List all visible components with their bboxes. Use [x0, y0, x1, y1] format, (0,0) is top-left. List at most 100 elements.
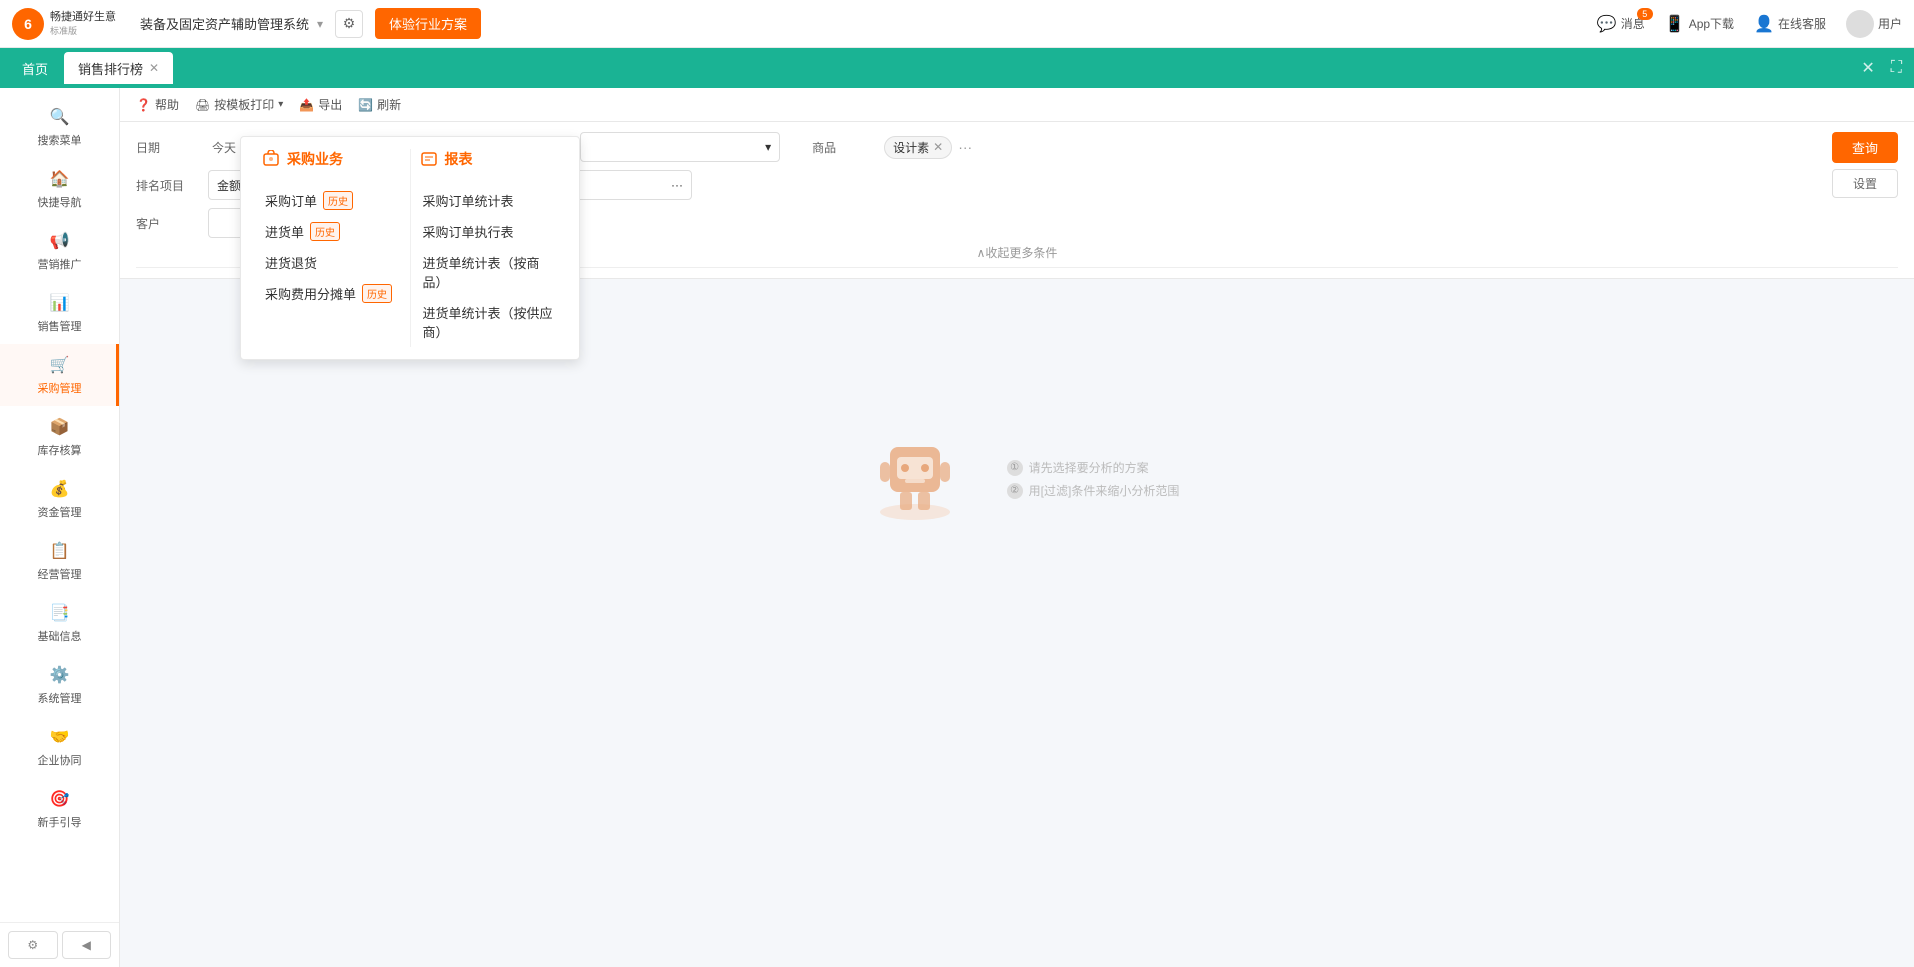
refresh-icon: 🔄: [358, 98, 373, 112]
tab-close-icon[interactable]: ✕: [149, 61, 159, 75]
sidebar-item-basic[interactable]: 📑 基础信息: [0, 592, 119, 654]
sidebar-item-inventory[interactable]: 📦 库存核算: [0, 406, 119, 468]
report-col-header: 报表: [419, 149, 560, 175]
export-label: 导出: [318, 96, 342, 113]
inventory-icon: 📦: [49, 416, 71, 438]
menu-item-report-3[interactable]: 进货单统计表（按供应商）: [419, 297, 560, 347]
menu-item-report-2[interactable]: 进货单统计表（按商品）: [419, 247, 560, 297]
sidebar-item-marketing[interactable]: 📢 营销推广: [0, 220, 119, 282]
logo-area: 6 畅捷通好生意 标准版: [12, 8, 132, 40]
app-download-label: App下载: [1689, 15, 1734, 32]
sidebar-label-sales: 销售管理: [38, 318, 82, 334]
menu-item-receipt[interactable]: 进货单 历史: [261, 216, 402, 247]
menu-item-purchase-order[interactable]: 采购订单 历史: [261, 185, 402, 216]
print-arrow-icon: ▾: [278, 99, 283, 110]
report-2-label: 进货单统计表（按商品）: [423, 253, 556, 291]
export-icon: 📤: [299, 98, 314, 112]
tab-sales-rank-label: 销售排行榜: [78, 59, 143, 78]
print-icon: 🖨: [195, 98, 210, 112]
menu-item-report-1[interactable]: 采购订单执行表: [419, 216, 560, 247]
sidebar-settings-button[interactable]: ⚙: [8, 931, 58, 959]
query-button[interactable]: 查询: [1832, 132, 1898, 163]
expense-label: 采购费用分摊单: [265, 284, 356, 303]
user-area[interactable]: 用户: [1846, 10, 1902, 38]
status-arrow-icon: ▾: [765, 140, 771, 154]
goods-tag-remove[interactable]: ✕: [933, 140, 943, 154]
settings-button[interactable]: 设置: [1832, 169, 1898, 198]
sidebar-item-cooperation[interactable]: 🤝 企业协同: [0, 716, 119, 778]
menu-item-return[interactable]: 进货退货: [261, 247, 402, 278]
date-chip-today[interactable]: 今天: [208, 137, 240, 158]
report-3-label: 进货单统计表（按供应商）: [423, 303, 556, 341]
system-title-text: 装备及固定资产辅助管理系统: [140, 14, 309, 33]
sidebar-collapse-button[interactable]: ◀: [62, 931, 112, 959]
sidebar-item-operations[interactable]: 📋 经营管理: [0, 530, 119, 592]
goods-more-icon[interactable]: ···: [958, 139, 972, 155]
tab-home[interactable]: 首页: [8, 52, 62, 84]
main-layout: 🔍 搜索菜单 🏠 快捷导航 📢 营销推广 📊 销售管理 🛒 采购管理 📦 库存核…: [0, 88, 1914, 967]
industry-button[interactable]: 体验行业方案: [375, 8, 481, 39]
history-tag-0: 历史: [323, 191, 353, 210]
sidebar-label-inventory: 库存核算: [38, 442, 82, 458]
help-icon: ❓: [136, 98, 151, 112]
logo-text: 畅捷通好生意: [50, 10, 116, 24]
sales-icon: 📊: [49, 292, 71, 314]
goods-label: 商品: [812, 139, 872, 156]
sidebar: 🔍 搜索菜单 🏠 快捷导航 📢 营销推广 📊 销售管理 🛒 采购管理 📦 库存核…: [0, 88, 120, 967]
hint-text-2: 用[过滤]条件来缩小分析范围: [1029, 482, 1180, 499]
action-buttons: 查询 设置: [1832, 132, 1898, 198]
help-button[interactable]: ❓ 帮助: [136, 96, 179, 113]
report-col: 报表 采购订单统计表 采购订单执行表 进货单统计表（按商品） 进货单统计表（按供: [411, 149, 568, 347]
sidebar-item-purchase[interactable]: 🛒 采购管理: [0, 344, 119, 406]
empty-hints: ① 请先选择要分析的方案 ② 用[过滤]条件来缩小分析范围: [1007, 459, 1180, 499]
hint-text-1: 请先选择要分析的方案: [1029, 459, 1149, 476]
window-maximize-icon[interactable]: ⛶: [1887, 55, 1906, 81]
export-button[interactable]: 📤 导出: [299, 96, 342, 113]
menu-item-report-0[interactable]: 采购订单统计表: [419, 185, 560, 216]
report-header-icon: [419, 149, 439, 169]
sidebar-label-basic: 基础信息: [38, 628, 82, 644]
help-label: 帮助: [155, 96, 179, 113]
window-close-icon[interactable]: ✕: [1857, 54, 1878, 82]
history-tag-3: 历史: [362, 284, 392, 303]
top-header: 6 畅捷通好生意 标准版 装备及固定资产辅助管理系统 ▾ ⚙ 体验行业方案 💬 …: [0, 0, 1914, 48]
sidebar-item-sales[interactable]: 📊 销售管理: [0, 282, 119, 344]
status-select[interactable]: ▾: [580, 132, 780, 162]
sidebar-item-finance[interactable]: 💰 资金管理: [0, 468, 119, 530]
refresh-button[interactable]: 🔄 刷新: [358, 96, 401, 113]
system-icon: ⚙️: [49, 664, 71, 686]
tab-home-label: 首页: [22, 59, 48, 78]
purchase-col: 采购业务 采购订单 历史 进货单 历史 进货退货: [253, 149, 411, 347]
report-col-title: 报表: [445, 149, 473, 169]
sidebar-item-guide[interactable]: 🎯 新手引导: [0, 778, 119, 840]
receipt-label: 进货单: [265, 222, 304, 241]
hint-num-2: ②: [1007, 483, 1023, 499]
app-download-button[interactable]: 📱 App下载: [1665, 14, 1734, 34]
goods-tag: 设计素 ✕: [884, 136, 952, 159]
empty-illustration: [855, 427, 975, 532]
empty-hint-1: ① 请先选择要分析的方案: [1007, 459, 1180, 476]
rank-label: 排名项目: [136, 177, 196, 194]
settings-gear-button[interactable]: ⚙: [335, 10, 363, 38]
toolbar: ❓ 帮助 🖨 按模板打印 ▾ 📤 导出 🔄 刷新: [120, 88, 1914, 122]
message-button[interactable]: 💬 5 消息: [1597, 14, 1645, 34]
logo-sub: 标准版: [50, 24, 116, 37]
tab-bar-right: ✕ ⛶: [1857, 54, 1906, 82]
rank-value: 金额: [217, 177, 241, 194]
sidebar-item-search[interactable]: 🔍 搜索菜单: [0, 96, 119, 158]
tab-sales-rank[interactable]: 销售排行榜 ✕: [64, 52, 173, 84]
title-arrow-icon[interactable]: ▾: [317, 17, 323, 31]
user-name: 用户: [1878, 15, 1902, 32]
sidebar-label-operations: 经营管理: [38, 566, 82, 582]
purchase-col-header: 采购业务: [261, 149, 402, 175]
print-label: 按模板打印: [214, 96, 274, 113]
menu-item-expense[interactable]: 采购费用分摊单 历史: [261, 278, 402, 309]
message-badge: 5: [1637, 8, 1653, 20]
online-service-button[interactable]: 👤 在线客服: [1754, 14, 1826, 34]
sidebar-item-system[interactable]: ⚙️ 系统管理: [0, 654, 119, 716]
print-button[interactable]: 🖨 按模板打印 ▾: [195, 96, 283, 113]
user-avatar: [1846, 10, 1874, 38]
sidebar-item-quick-nav[interactable]: 🏠 快捷导航: [0, 158, 119, 220]
collapse-label: 收起更多条件: [985, 244, 1057, 261]
online-service-label: 在线客服: [1778, 15, 1826, 32]
